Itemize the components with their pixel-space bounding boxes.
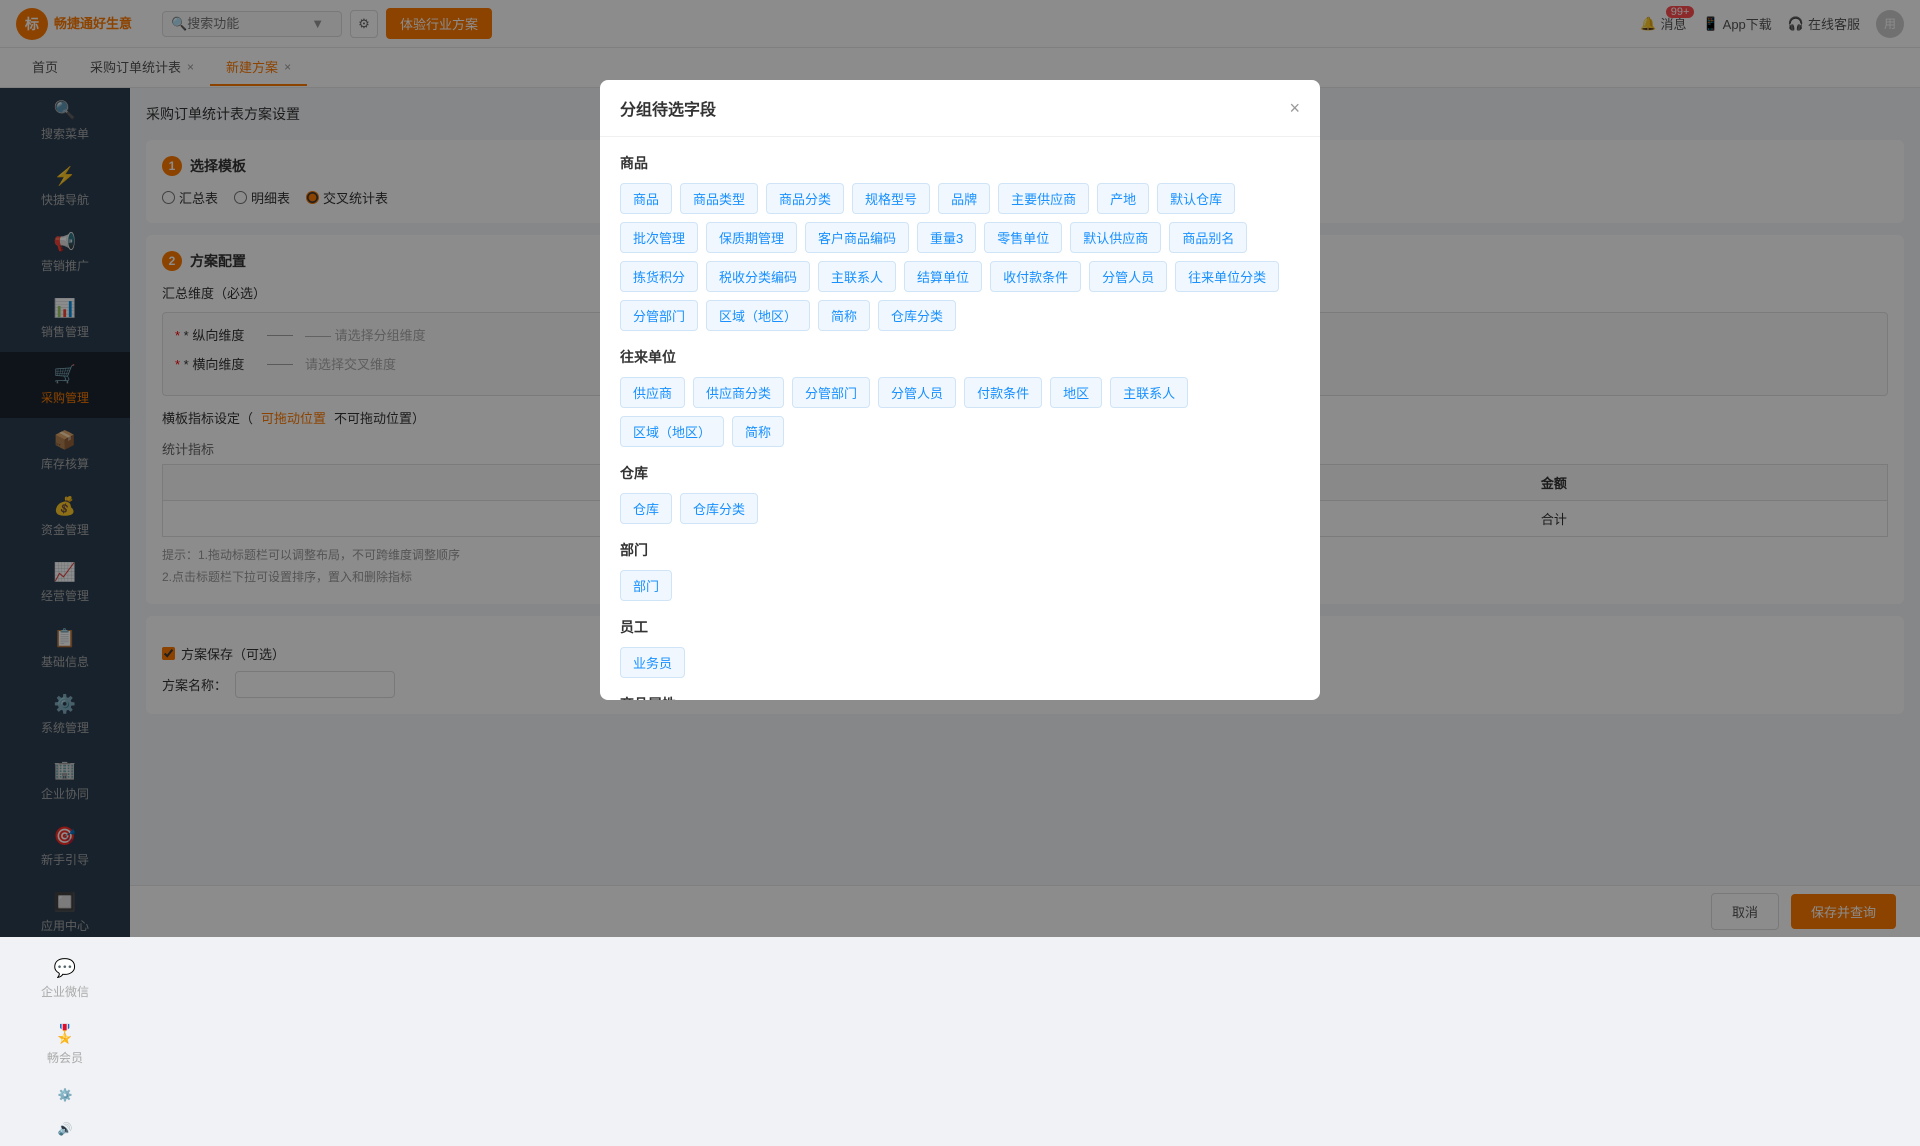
modal-section-tags-2: 仓库仓库分类 bbox=[620, 493, 1300, 524]
field-tag-1-7[interactable]: 区域（地区） bbox=[620, 416, 724, 447]
sidebar-item-member[interactable]: 🎖️ 畅会员 bbox=[0, 1012, 130, 1078]
field-tag-0-17[interactable]: 主联系人 bbox=[818, 261, 896, 292]
field-tag-0-11[interactable]: 重量3 bbox=[917, 222, 976, 253]
field-tag-0-25[interactable]: 仓库分类 bbox=[878, 300, 956, 331]
modal-section-title-1: 往来单位 bbox=[620, 347, 1300, 367]
modal-section-title-0: 商品 bbox=[620, 153, 1300, 173]
settings-bottom-icon: ⚙️ bbox=[58, 1088, 73, 1102]
field-tag-0-6[interactable]: 产地 bbox=[1097, 183, 1149, 214]
field-tag-0-20[interactable]: 分管人员 bbox=[1089, 261, 1167, 292]
speaker-bottom-icon: 🔊 bbox=[58, 1122, 73, 1136]
field-tag-0-24[interactable]: 简称 bbox=[818, 300, 870, 331]
field-tag-0-23[interactable]: 区域（地区） bbox=[706, 300, 810, 331]
field-tag-0-14[interactable]: 商品别名 bbox=[1169, 222, 1247, 253]
field-tag-2-1[interactable]: 仓库分类 bbox=[680, 493, 758, 524]
modal-section-0: 商品商品商品类型商品分类规格型号品牌主要供应商产地默认仓库批次管理保质期管理客户… bbox=[620, 153, 1300, 331]
modal-section-4: 员工业务员 bbox=[620, 617, 1300, 678]
modal-close-button[interactable]: × bbox=[1289, 98, 1300, 119]
modal-section-title-4: 员工 bbox=[620, 617, 1300, 637]
modal-section-2: 仓库仓库仓库分类 bbox=[620, 463, 1300, 524]
field-tag-1-1[interactable]: 供应商分类 bbox=[693, 377, 784, 408]
modal-section-1: 往来单位供应商供应商分类分管部门分管人员付款条件地区主联系人区域（地区） 简称 bbox=[620, 347, 1300, 447]
field-tag-0-7[interactable]: 默认仓库 bbox=[1157, 183, 1235, 214]
field-tag-1-5[interactable]: 地区 bbox=[1050, 377, 1102, 408]
field-tag-0-16[interactable]: 税收分类编码 bbox=[706, 261, 810, 292]
field-tag-0-18[interactable]: 结算单位 bbox=[904, 261, 982, 292]
field-tag-0-0[interactable]: 商品 bbox=[620, 183, 672, 214]
sidebar-bottom-speaker[interactable]: 🔊 bbox=[0, 1112, 130, 1146]
field-tag-0-5[interactable]: 主要供应商 bbox=[998, 183, 1089, 214]
sidebar-item-wechat[interactable]: 💬 企业微信 bbox=[0, 946, 130, 1012]
field-tag-0-13[interactable]: 默认供应商 bbox=[1070, 222, 1161, 253]
field-tag-0-15[interactable]: 拣货积分 bbox=[620, 261, 698, 292]
field-tag-1-0[interactable]: 供应商 bbox=[620, 377, 685, 408]
member-icon: 🎖️ bbox=[54, 1024, 76, 1045]
sidebar-item-wechat-label: 企业微信 bbox=[41, 983, 89, 1000]
field-tag-0-10[interactable]: 客户商品编码 bbox=[805, 222, 909, 253]
sidebar-item-member-label: 畅会员 bbox=[47, 1049, 83, 1066]
field-tag-1-4[interactable]: 付款条件 bbox=[964, 377, 1042, 408]
modal-section-tags-1: 供应商供应商分类分管部门分管人员付款条件地区主联系人区域（地区） 简称 bbox=[620, 377, 1300, 447]
modal-section-tags-3: 部门 bbox=[620, 570, 1300, 601]
field-tag-0-19[interactable]: 收付款条件 bbox=[990, 261, 1081, 292]
modal-section-title-3: 部门 bbox=[620, 540, 1300, 560]
field-tag-0-12[interactable]: 零售单位 bbox=[984, 222, 1062, 253]
field-tag-0-4[interactable]: 品牌 bbox=[938, 183, 990, 214]
field-tag-1-8[interactable]: 简称 bbox=[732, 416, 784, 447]
field-tag-0-3[interactable]: 规格型号 bbox=[852, 183, 930, 214]
modal-section-title-5: 商品属性 bbox=[620, 694, 1300, 700]
field-tag-2-0[interactable]: 仓库 bbox=[620, 493, 672, 524]
field-tag-1-2[interactable]: 分管部门 bbox=[792, 377, 870, 408]
field-tag-1-6[interactable]: 主联系人 bbox=[1110, 377, 1188, 408]
modal-section-title-2: 仓库 bbox=[620, 463, 1300, 483]
modal-overlay: 分组待选字段 × 商品商品商品类型商品分类规格型号品牌主要供应商产地默认仓库批次… bbox=[0, 0, 1920, 937]
modal-header: 分组待选字段 × bbox=[600, 80, 1320, 137]
field-tag-0-1[interactable]: 商品类型 bbox=[680, 183, 758, 214]
field-tag-0-8[interactable]: 批次管理 bbox=[620, 222, 698, 253]
modal-section-3: 部门部门 bbox=[620, 540, 1300, 601]
sidebar-bottom: ⚙️ 🔊 bbox=[0, 1078, 130, 1146]
field-tag-0-9[interactable]: 保质期管理 bbox=[706, 222, 797, 253]
modal-section-5: 商品属性属性颜色多规格尺码鞋码1 bbox=[620, 694, 1300, 700]
field-tag-1-3[interactable]: 分管人员 bbox=[878, 377, 956, 408]
wechat-icon: 💬 bbox=[54, 958, 76, 979]
sidebar-bottom-settings[interactable]: ⚙️ bbox=[0, 1078, 130, 1112]
field-tag-0-2[interactable]: 商品分类 bbox=[766, 183, 844, 214]
modal-section-tags-4: 业务员 bbox=[620, 647, 1300, 678]
field-tag-0-21[interactable]: 往来单位分类 bbox=[1175, 261, 1279, 292]
field-tag-3-0[interactable]: 部门 bbox=[620, 570, 672, 601]
modal: 分组待选字段 × 商品商品商品类型商品分类规格型号品牌主要供应商产地默认仓库批次… bbox=[600, 80, 1320, 700]
modal-title: 分组待选字段 bbox=[620, 96, 716, 120]
field-tag-0-22[interactable]: 分管部门 bbox=[620, 300, 698, 331]
field-tag-4-0[interactable]: 业务员 bbox=[620, 647, 685, 678]
modal-section-tags-0: 商品商品类型商品分类规格型号品牌主要供应商产地默认仓库批次管理保质期管理客户商品… bbox=[620, 183, 1300, 331]
modal-body: 商品商品商品类型商品分类规格型号品牌主要供应商产地默认仓库批次管理保质期管理客户… bbox=[600, 137, 1320, 700]
